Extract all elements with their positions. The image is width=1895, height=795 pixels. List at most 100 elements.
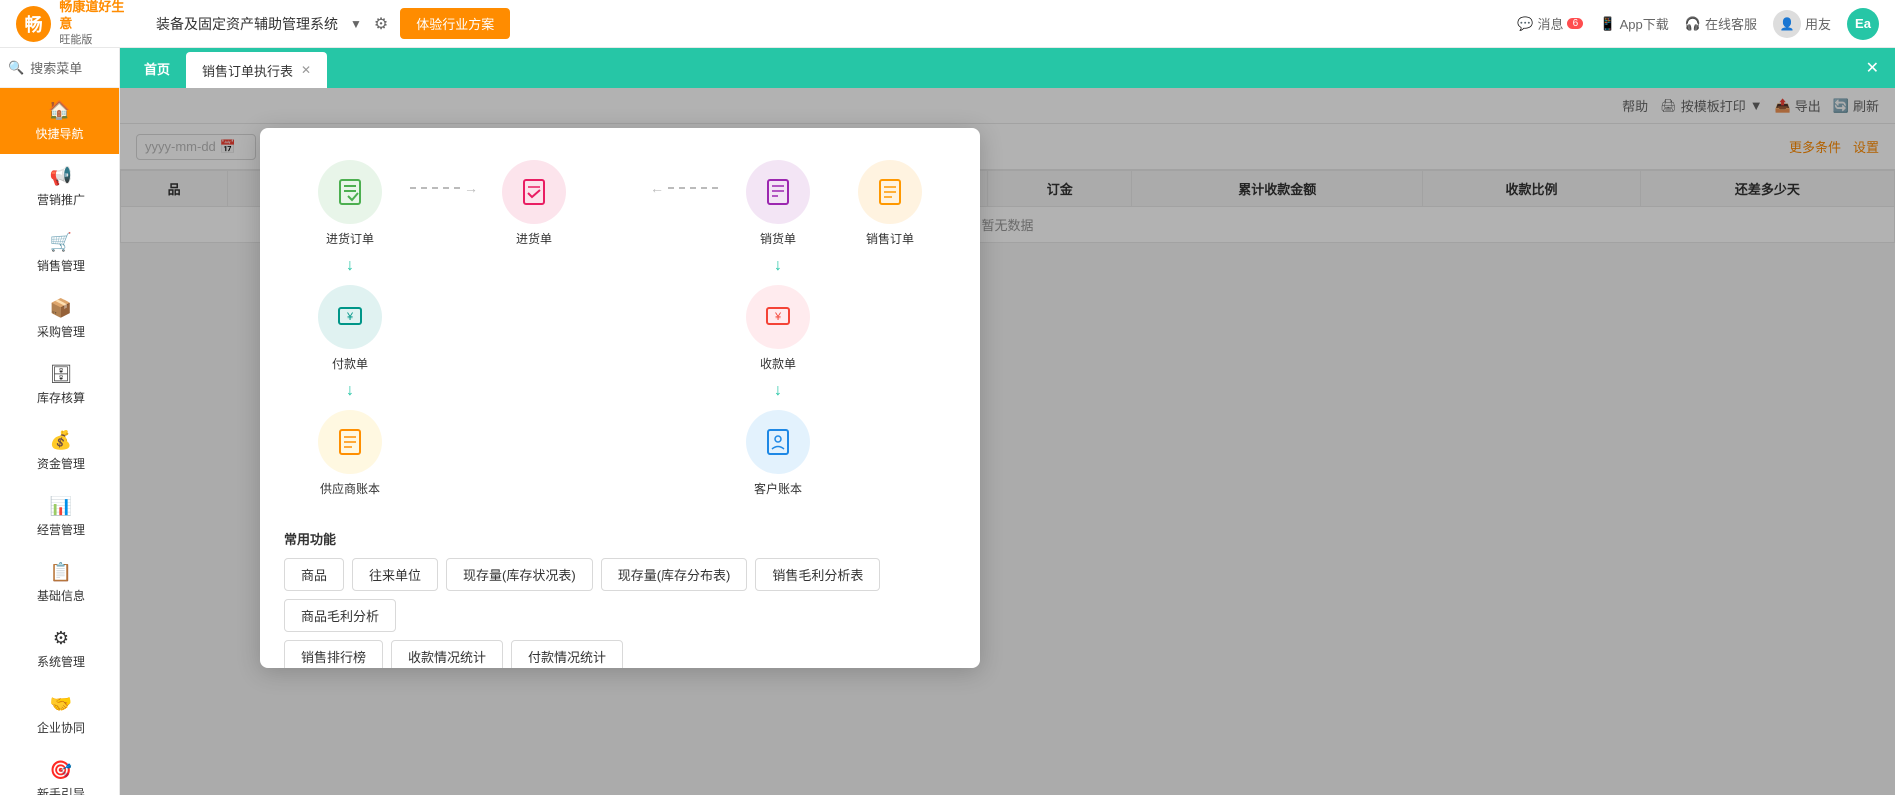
logo-text: 畅康道好生意 旺能版 [59, 0, 136, 48]
modal-overlay[interactable]: 进货订单 ↓ ¥ 付款单 ↓ [120, 88, 1895, 795]
func-btn-stock-status[interactable]: 现存量(库存状况表) [446, 558, 593, 591]
flow-arrow-h2: ← [650, 180, 722, 196]
sidebar-label-kucun: 库存核算 [37, 389, 85, 406]
avatar: 👤 [1773, 10, 1801, 38]
sidebar-item-kucun[interactable]: 🗄 库存核算 [0, 352, 119, 418]
service-icon: 🎧 [1685, 16, 1701, 32]
purchase-icon: 📦 [50, 298, 72, 319]
flow-circle-kehu [746, 410, 810, 474]
user-item[interactable]: 👤 用友 [1773, 10, 1831, 38]
online-service-item[interactable]: 🎧 在线客服 [1685, 14, 1757, 33]
search-menu[interactable]: 🔍 搜索菜单 [0, 48, 119, 88]
sidebar-item-xiaoshou[interactable]: 🛒 销售管理 [0, 220, 119, 286]
modal-dialog: 进货订单 ↓ ¥ 付款单 ↓ [260, 128, 980, 668]
settings-gear-btn[interactable]: ⚙ [374, 14, 388, 34]
system-dropdown-btn[interactable]: ▼ [350, 17, 362, 31]
sidebar-label-xiaoshou: 销售管理 [37, 257, 85, 274]
flow-node-kehu[interactable]: 客户账本 [746, 410, 810, 497]
func-btn-pay-stat[interactable]: 付款情况统计 [511, 640, 623, 668]
logo-area: 畅 畅康道好生意 旺能版 [16, 0, 136, 48]
flow-node-jinhuodindan[interactable]: 进货订单 [318, 160, 382, 247]
sidebar-label-zijin: 资金管理 [37, 455, 85, 472]
system-icon: ⚙ [53, 628, 69, 649]
flow-col-left: 进货订单 ↓ ¥ 付款单 ↓ [294, 152, 406, 505]
flow-col-xiaoshoudindan: 销售订单 [834, 152, 946, 255]
tab-bar: 首页 销售订单执行表 ✕ ✕ [120, 48, 1895, 88]
tab-salesorder[interactable]: 销售订单执行表 ✕ [186, 52, 327, 88]
basic-info-icon: 📋 [50, 562, 72, 583]
flow-circle-jinhuodan [502, 160, 566, 224]
flow-diagram: 进货订单 ↓ ¥ 付款单 ↓ [284, 152, 956, 505]
func-btn-product[interactable]: 商品 [284, 558, 344, 591]
tab-home[interactable]: 首页 [128, 48, 186, 88]
logo-line1: 畅康道好生意 [59, 0, 136, 33]
flow-arrows-h: → [406, 180, 478, 196]
flow-circle-shoukuandan: ¥ [746, 285, 810, 349]
sidebar-item-jichu[interactable]: 📋 基础信息 [0, 550, 119, 616]
logo-line2: 旺能版 [59, 33, 136, 47]
flow-circle-jinhuodindan [318, 160, 382, 224]
func-btn-sales-rank[interactable]: 销售排行榜 [284, 640, 383, 668]
flow-arrows-h2: ← [650, 180, 722, 196]
flow-node-xiaohuodan[interactable]: 销货单 [746, 160, 810, 247]
func-btn-product-gross[interactable]: 商品毛利分析 [284, 599, 396, 632]
func-btn-stock-dist[interactable]: 现存量(库存分布表) [601, 558, 748, 591]
sidebar-item-xitong[interactable]: ⚙ 系统管理 [0, 616, 119, 682]
enterprise-icon: 🤝 [50, 694, 72, 715]
page-content: 帮助 🖨 按模板打印 ▼ 📤 导出 🔄 刷新 [120, 88, 1895, 795]
sidebar-item-caigou[interactable]: 📦 采购管理 [0, 286, 119, 352]
sidebar-label-xinshou: 新手引导 [37, 785, 85, 795]
flow-arrow-v3: ↓ [346, 382, 354, 400]
trial-button[interactable]: 体验行业方案 [400, 8, 510, 39]
management-icon: 📊 [50, 496, 72, 517]
func-buttons-row2: 销售排行榜 收款情况统计 付款情况统计 [284, 640, 956, 668]
sidebar-label-qiye: 企业协同 [37, 719, 85, 736]
guide-icon: 🎯 [50, 760, 72, 781]
sidebar-item-yingxiao[interactable]: 📢 营销推广 [0, 154, 119, 220]
finance-icon: 💰 [50, 430, 72, 451]
top-bar: 畅 畅康道好生意 旺能版 装备及固定资产辅助管理系统 ▼ ⚙ 体验行业方案 💬 … [0, 0, 1895, 48]
func-btn-payment-stat[interactable]: 收款情况统计 [391, 640, 503, 668]
flow-node-xiaoshoudindan[interactable]: 销售订单 [858, 160, 922, 247]
tab-close-icon[interactable]: ✕ [301, 63, 311, 77]
sidebar-item-xinshou[interactable]: 🎯 新手引导 [0, 748, 119, 795]
message-item[interactable]: 💬 消息 6 [1517, 14, 1583, 33]
sidebar-label-caigou: 采购管理 [37, 323, 85, 340]
flow-circle-gongyingshang [318, 410, 382, 474]
flow-node-jinhuodan[interactable]: 进货单 [502, 160, 566, 247]
search-icon: 🔍 [8, 60, 24, 76]
app-download-label: App下载 [1620, 14, 1669, 33]
system-title: 装备及固定资产辅助管理系统 [156, 14, 338, 34]
flow-circle-fukuandan: ¥ [318, 285, 382, 349]
svg-text:¥: ¥ [346, 311, 354, 323]
flow-arrow-v1: ↓ [346, 257, 354, 275]
sidebar-label-kuaijie: 快捷导航 [35, 125, 83, 142]
download-icon: 📱 [1599, 16, 1615, 32]
user-ea-avatar[interactable]: Ea [1847, 8, 1879, 40]
sidebar-label-jichu: 基础信息 [37, 587, 85, 604]
flow-node-shoukuandan[interactable]: ¥ 收款单 [746, 285, 810, 372]
message-icon: 💬 [1517, 16, 1533, 32]
main-layout: 🔍 搜索菜单 🏠 快捷导航 📢 营销推广 🛒 销售管理 📦 采购管理 🗄 [0, 48, 1895, 795]
marketing-icon: 📢 [50, 166, 72, 187]
content-area: 首页 销售订单执行表 ✕ ✕ 帮助 🖨 按模板打印 ▼ [120, 48, 1895, 795]
flow-col-xiaohuodan: 销货单 ↓ ¥ 收款单 ↓ [722, 152, 834, 505]
flow-circle-xiaohuodan [746, 160, 810, 224]
func-buttons-row1: 商品 往来单位 现存量(库存状况表) 现存量(库存分布表) 销售毛利分析表 商品… [284, 558, 956, 632]
sidebar-item-qiye[interactable]: 🤝 企业协同 [0, 682, 119, 748]
sidebar-label-xitong: 系统管理 [37, 653, 85, 670]
tab-bar-close-btn[interactable]: ✕ [1858, 58, 1887, 78]
logo-icon: 畅 [16, 6, 51, 42]
flow-arrow-v4: ↓ [774, 382, 782, 400]
sidebar-item-kuaijie[interactable]: 🏠 快捷导航 [0, 88, 119, 154]
flow-node-gongyingshang[interactable]: 供应商账本 [318, 410, 382, 497]
flow-node-fukuandan[interactable]: ¥ 付款单 [318, 285, 382, 372]
home-icon: 🏠 [48, 100, 70, 121]
flow-arrow-v2: ↓ [774, 257, 782, 275]
app-download-item[interactable]: 📱 App下载 [1599, 14, 1668, 33]
message-label: 消息 [1537, 14, 1563, 33]
func-btn-sales-gross[interactable]: 销售毛利分析表 [755, 558, 880, 591]
func-btn-partner[interactable]: 往来单位 [352, 558, 438, 591]
sidebar-item-jingying[interactable]: 📊 经营管理 [0, 484, 119, 550]
sidebar-item-zijin[interactable]: 💰 资金管理 [0, 418, 119, 484]
